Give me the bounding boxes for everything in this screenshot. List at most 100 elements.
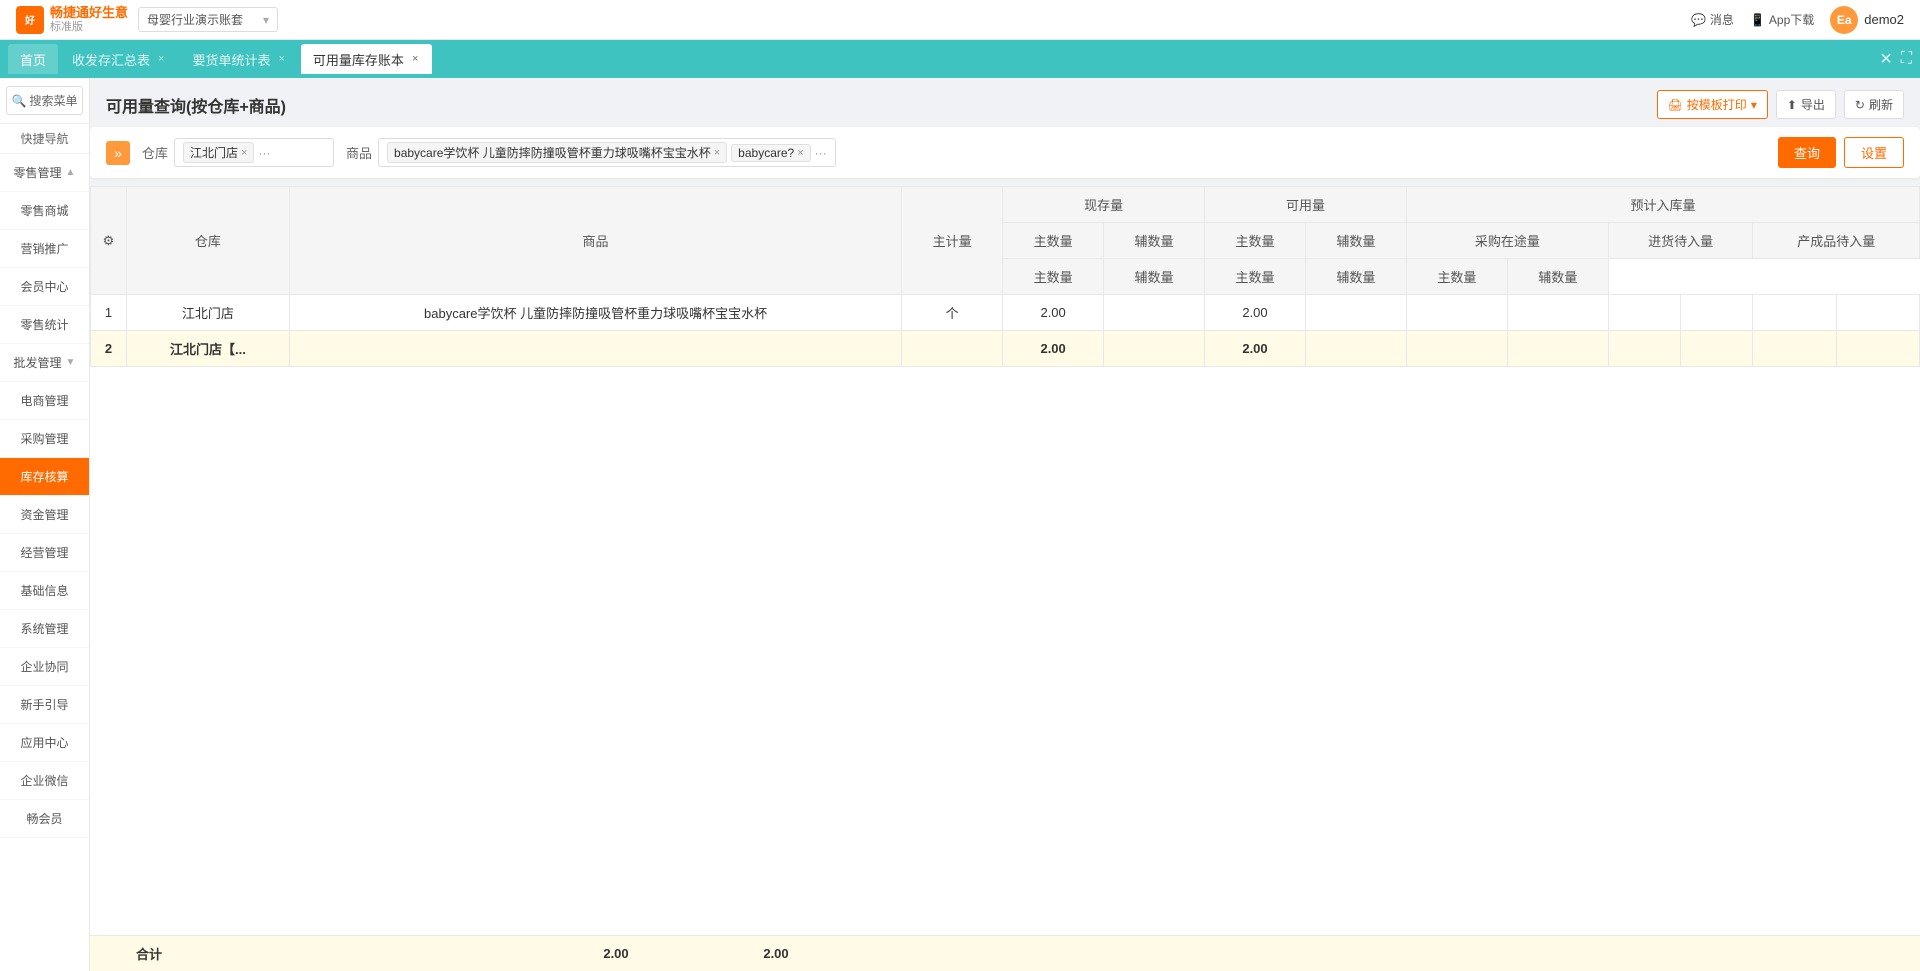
sidebar-item-marketing[interactable]: 营销推广 xyxy=(0,230,89,268)
tab-available-stock[interactable]: 可用量库存账本 × xyxy=(301,44,432,74)
tab-receive-close[interactable]: × xyxy=(156,52,166,66)
tab-order-stats-label: 要货单统计表 xyxy=(192,50,270,69)
row-subtotal-pp-main xyxy=(1608,331,1680,367)
refresh-btn[interactable]: ↻ 刷新 xyxy=(1844,90,1904,119)
sidebar-item-retail-mgmt[interactable]: 零售管理 ▲ xyxy=(0,154,89,192)
row-avail-main: 2.00 xyxy=(1205,295,1306,331)
industry-label: 母婴行业演示账套 xyxy=(147,11,243,28)
tab-order-stats[interactable]: 要货单统计表 × xyxy=(180,44,298,74)
row-subtotal-current-sub xyxy=(1104,331,1205,367)
main-layout: 🔍 搜索菜单 快捷导航 零售管理 ▲ 零售商城 营销推广 会员中心 零售统计 批… xyxy=(0,78,1920,971)
sidebar-item-basic[interactable]: 基础信息 xyxy=(0,572,89,610)
mobile-icon: 📱 xyxy=(1750,13,1765,27)
query-button[interactable]: 查询 xyxy=(1778,137,1836,168)
warehouse-input[interactable]: 江北门店 × ··· xyxy=(174,138,334,167)
sidebar-item-retail-mall[interactable]: 零售商城 xyxy=(0,192,89,230)
sidebar-item-finance[interactable]: 资金管理 xyxy=(0,496,89,534)
expand-btn[interactable]: ⛶ xyxy=(1901,50,1912,68)
sidebar-item-member[interactable]: 会员中心 xyxy=(0,268,89,306)
row-subtotal-pt-main xyxy=(1406,331,1507,367)
sidebar-item-vip[interactable]: 畅会员 xyxy=(0,800,89,838)
logo-text: 畅捷通好生意 标准版 xyxy=(50,5,128,34)
warehouse-tag-remove[interactable]: × xyxy=(241,147,247,159)
tab-receive[interactable]: 收发存汇总表 × xyxy=(60,44,178,74)
chevron-icon-2: ▼ xyxy=(66,357,76,368)
product-tag-2-remove[interactable]: × xyxy=(797,147,803,159)
search-menu-btn[interactable]: 🔍 搜索菜单 xyxy=(6,86,83,115)
logo-icon: 好 xyxy=(16,6,44,34)
row-current-sub xyxy=(1104,295,1205,331)
product-input[interactable]: babycare学饮杯 儿童防摔防撞吸管杯重力球吸嘴杯宝宝水杯 × babyca… xyxy=(378,138,836,167)
row-fp-sub xyxy=(1836,295,1919,331)
col-current-stock: 现存量 xyxy=(1003,187,1205,223)
row-subtotal-index: 2 xyxy=(91,331,127,367)
top-bar-left: 好 畅捷通好生意 标准版 母婴行业演示账套 ▾ xyxy=(16,5,278,34)
sidebar-item-newbie[interactable]: 新手引导 xyxy=(0,686,89,724)
row-product: babycare学饮杯 儿童防摔防撞吸管杯重力球吸嘴杯宝宝水杯 xyxy=(289,295,901,331)
col-unit: 主计量 xyxy=(902,187,1003,295)
print-btn[interactable]: 🖨 按模板打印 ▾ xyxy=(1657,90,1768,119)
sidebar-item-purchase[interactable]: 采购管理 xyxy=(0,420,89,458)
sidebar-search-area: 🔍 搜索菜单 xyxy=(0,78,89,124)
footer-avail-main: 2.00 xyxy=(736,946,816,961)
product-tag-1-remove[interactable]: × xyxy=(714,147,720,159)
row-pp-sub xyxy=(1681,295,1753,331)
export-btn[interactable]: ⬆ 导出 xyxy=(1776,90,1836,119)
col-pt-sub: 辅数量 xyxy=(1104,259,1205,295)
product-more-icon[interactable]: ··· xyxy=(815,146,827,160)
row-subtotal-fp-main xyxy=(1753,331,1836,367)
col-pp-sub: 辅数量 xyxy=(1305,259,1406,295)
sidebar-item-enterprise[interactable]: 企业协同 xyxy=(0,648,89,686)
tab-home[interactable]: 首页 xyxy=(8,44,58,74)
sidebar-item-operation[interactable]: 经营管理 xyxy=(0,534,89,572)
printer-icon: 🖨 xyxy=(1668,98,1683,112)
row-subtotal-pt-sub xyxy=(1507,331,1608,367)
page-header: 可用量查询(按仓库+商品) 🖨 按模板打印 ▾ ⬆ 导出 ↻ 刷新 xyxy=(90,78,1920,127)
close-all-tabs-btn[interactable]: ✕ xyxy=(1879,49,1892,69)
data-table: ⚙ 仓库 商品 主计量 现存量 可用量 预计入库量 主数量 辅数量 主数量 辅数… xyxy=(90,186,1920,367)
quick-nav-btn[interactable]: 快捷导航 xyxy=(0,124,89,154)
table-container: ⚙ 仓库 商品 主计量 现存量 可用量 预计入库量 主数量 辅数量 主数量 辅数… xyxy=(90,186,1920,935)
col-current-main: 主数量 xyxy=(1003,223,1104,259)
sidebar-item-wholesale[interactable]: 批发管理 ▼ xyxy=(0,344,89,382)
row-subtotal-pp-sub xyxy=(1681,331,1753,367)
warehouse-tag: 江北门店 × xyxy=(183,142,254,163)
sidebar-item-inventory[interactable]: 库存核算 xyxy=(0,458,89,496)
sidebar-item-ecommerce[interactable]: 电商管理 xyxy=(0,382,89,420)
more-icon[interactable]: ··· xyxy=(258,146,270,160)
row-subtotal-unit xyxy=(902,331,1003,367)
username: demo2 xyxy=(1864,12,1904,27)
filter-actions: 查询 设置 xyxy=(1778,137,1904,168)
row-subtotal-avail-sub xyxy=(1305,331,1406,367)
col-expected-in: 预计入库量 xyxy=(1406,187,1919,223)
row-pt-main xyxy=(1406,295,1507,331)
row-subtotal-fp-sub xyxy=(1836,331,1919,367)
col-fp-sub: 辅数量 xyxy=(1507,259,1608,295)
content-area: 可用量查询(按仓库+商品) 🖨 按模板打印 ▾ ⬆ 导出 ↻ 刷新 » xyxy=(90,78,1920,971)
col-settings[interactable]: ⚙ xyxy=(91,187,127,295)
sidebar-item-app-center[interactable]: 应用中心 xyxy=(0,724,89,762)
top-bar-right: 💬 消息 📱 App下载 Ea demo2 xyxy=(1691,6,1904,34)
table-footer: 合计 2.00 2.00 xyxy=(90,935,1920,971)
product-label: 商品 xyxy=(346,143,372,162)
col-avail-sub: 辅数量 xyxy=(1305,223,1406,259)
row-avail-sub xyxy=(1305,295,1406,331)
row-subtotal-product xyxy=(289,331,901,367)
sidebar-item-retail-stats[interactable]: 零售统计 xyxy=(0,306,89,344)
tab-order-stats-close[interactable]: × xyxy=(276,52,286,66)
filter-toggle-btn[interactable]: » xyxy=(106,141,130,165)
settings-button[interactable]: 设置 xyxy=(1844,137,1904,168)
sidebar-item-wechat[interactable]: 企业微信 xyxy=(0,762,89,800)
message-btn[interactable]: 💬 消息 xyxy=(1691,11,1734,28)
export-icon: ⬆ xyxy=(1787,98,1797,112)
row-fp-main xyxy=(1753,295,1836,331)
row-subtotal-warehouse: 江北门店【... xyxy=(127,331,290,367)
industry-selector[interactable]: 母婴行业演示账套 ▾ xyxy=(138,7,278,32)
sidebar-item-system[interactable]: 系统管理 xyxy=(0,610,89,648)
tab-bar-actions: ✕ ⛶ xyxy=(1879,49,1912,69)
col-pt-main: 主数量 xyxy=(1003,259,1104,295)
app-download-btn[interactable]: 📱 App下载 xyxy=(1750,11,1814,28)
tab-available-stock-close[interactable]: × xyxy=(410,52,420,66)
user-avatar-area[interactable]: Ea demo2 xyxy=(1830,6,1904,34)
filter-bar: » 仓库 江北门店 × ··· 商品 babycare学饮杯 儿童防摔防撞吸管杯… xyxy=(90,127,1920,178)
